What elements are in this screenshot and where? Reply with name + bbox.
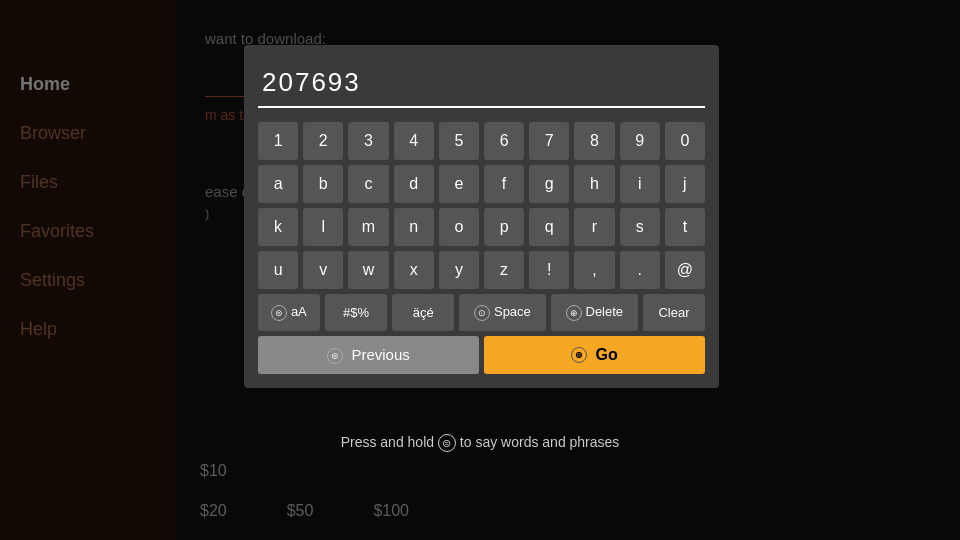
keyboard-dialog: 1 2 3 4 5 6 7 8 9 0 a b c d e f g h i j … [244, 45, 719, 388]
go-button[interactable]: ⊕ Go [484, 336, 705, 374]
key-p[interactable]: p [484, 208, 524, 246]
key-comma[interactable]: , [574, 251, 614, 289]
number-row: 1 2 3 4 5 6 7 8 9 0 [258, 122, 705, 160]
key-z[interactable]: z [484, 251, 524, 289]
key-1[interactable]: 1 [258, 122, 298, 160]
key-w[interactable]: w [348, 251, 388, 289]
key-5[interactable]: 5 [439, 122, 479, 160]
key-8[interactable]: 8 [574, 122, 614, 160]
key-r[interactable]: r [574, 208, 614, 246]
key-4[interactable]: 4 [394, 122, 434, 160]
key-hash[interactable]: #$% [325, 294, 387, 331]
key-space[interactable]: ⊙ Space [459, 294, 546, 331]
key-i[interactable]: i [620, 165, 660, 203]
key-v[interactable]: v [303, 251, 343, 289]
delete-icon: ⊕ [566, 305, 582, 321]
key-period[interactable]: . [620, 251, 660, 289]
key-x[interactable]: x [394, 251, 434, 289]
key-at[interactable]: @ [665, 251, 705, 289]
key-b[interactable]: b [303, 165, 343, 203]
hint-text: Press and hold ⊜ to say words and phrase… [0, 434, 960, 452]
key-q[interactable]: q [529, 208, 569, 246]
sym-icon: ⊜ [271, 305, 287, 321]
hint-icon: ⊜ [438, 434, 456, 452]
key-h[interactable]: h [574, 165, 614, 203]
key-t[interactable]: t [665, 208, 705, 246]
prev-icon: ⊜ [327, 348, 343, 364]
text-input[interactable] [258, 63, 705, 108]
key-n[interactable]: n [394, 208, 434, 246]
key-clear[interactable]: Clear [643, 294, 705, 331]
alpha-row3: u v w x y z ! , . @ [258, 251, 705, 289]
key-e[interactable]: e [439, 165, 479, 203]
key-accent[interactable]: äçé [392, 294, 454, 331]
key-a[interactable]: a [258, 165, 298, 203]
key-c[interactable]: c [348, 165, 388, 203]
alpha-row1: a b c d e f g h i j [258, 165, 705, 203]
alpha-row2: k l m n o p q r s t [258, 208, 705, 246]
key-delete[interactable]: ⊕ Delete [551, 294, 638, 331]
key-exclaim[interactable]: ! [529, 251, 569, 289]
key-l[interactable]: l [303, 208, 343, 246]
key-f[interactable]: f [484, 165, 524, 203]
key-6[interactable]: 6 [484, 122, 524, 160]
special-row: ⊜ aA #$% äçé ⊙ Space ⊕ Delete Clear [258, 294, 705, 331]
key-d[interactable]: d [394, 165, 434, 203]
key-sym-aa[interactable]: ⊜ aA [258, 294, 320, 331]
key-2[interactable]: 2 [303, 122, 343, 160]
go-icon: ⊕ [571, 347, 587, 363]
key-7[interactable]: 7 [529, 122, 569, 160]
previous-button[interactable]: ⊜ Previous [258, 336, 479, 374]
key-y[interactable]: y [439, 251, 479, 289]
key-g[interactable]: g [529, 165, 569, 203]
key-0[interactable]: 0 [665, 122, 705, 160]
key-o[interactable]: o [439, 208, 479, 246]
key-j[interactable]: j [665, 165, 705, 203]
bottom-row: ⊜ Previous ⊕ Go [258, 336, 705, 374]
key-9[interactable]: 9 [620, 122, 660, 160]
key-u[interactable]: u [258, 251, 298, 289]
space-icon: ⊙ [474, 305, 490, 321]
key-m[interactable]: m [348, 208, 388, 246]
key-k[interactable]: k [258, 208, 298, 246]
key-3[interactable]: 3 [348, 122, 388, 160]
key-s[interactable]: s [620, 208, 660, 246]
